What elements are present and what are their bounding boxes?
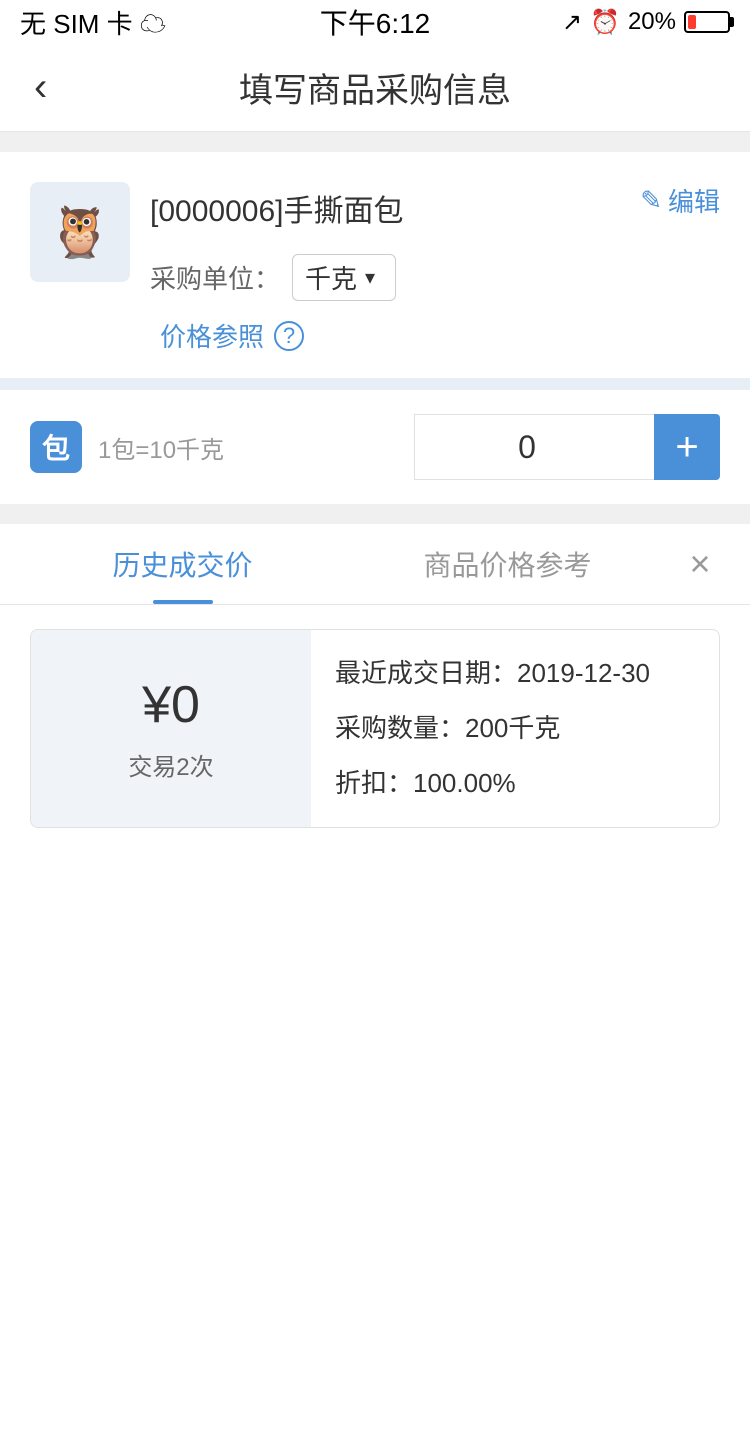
price-qty-row: 采购数量：200千克 <box>335 709 695 748</box>
unit-label: 采购单位： <box>150 259 280 296</box>
status-right: ↗ ⏰ 20% <box>562 8 730 37</box>
tab-section: 历史成交价 商品价格参考 × ¥0 交易2次 最近成交日期：2019-12-30… <box>0 524 750 852</box>
section-divider <box>0 378 750 390</box>
quantity-plus-button[interactable]: + <box>654 414 720 480</box>
help-icon[interactable]: ? <box>274 321 304 351</box>
price-date-value: 2019-12-30 <box>517 658 650 688</box>
sim-wifi-label: 无 SIM 卡 ☁ <box>20 4 166 41</box>
price-discount-row: 折扣：100.00% <box>335 764 695 803</box>
price-date-label: 最近成交日期： <box>335 658 517 688</box>
edit-icon: ✎ <box>640 185 662 216</box>
quantity-left: 包 1包=10千克 <box>30 421 224 473</box>
unit-badge: 包 <box>30 421 82 473</box>
unit-select-text: 千克 <box>305 259 357 296</box>
unit-dropdown-arrow: ▾ <box>365 265 375 290</box>
price-amount: ¥0 <box>142 675 200 735</box>
back-button[interactable]: ‹ <box>24 55 57 120</box>
tab-bar: 历史成交价 商品价格参考 × <box>0 524 750 605</box>
battery-pct: 20% <box>628 8 676 36</box>
price-right-panel: 最近成交日期：2019-12-30 采购数量：200千克 折扣：100.00% <box>311 630 719 827</box>
unit-select[interactable]: 千克 ▾ <box>292 254 396 301</box>
tab-history-price[interactable]: 历史成交价 <box>20 524 345 604</box>
price-card: ¥0 交易2次 最近成交日期：2019-12-30 采购数量：200千克 折扣：… <box>30 629 720 828</box>
price-qty-label: 采购数量： <box>335 713 465 743</box>
tab-price-reference[interactable]: 商品价格参考 <box>345 524 670 604</box>
unit-row: 采购单位： 千克 ▾ <box>150 254 403 301</box>
price-card-container: ¥0 交易2次 最近成交日期：2019-12-30 采购数量：200千克 折扣：… <box>0 605 750 852</box>
product-card: 🦉 [0000006]手撕面包 采购单位： 千克 ▾ ✎ 编辑 价格参照 ? <box>0 152 750 378</box>
product-name: [0000006]手撕面包 <box>150 186 403 230</box>
page-title: 填写商品采购信息 <box>239 63 511 112</box>
quantity-row: 包 1包=10千克 + <box>0 390 750 504</box>
price-discount-label: 折扣： <box>335 768 413 798</box>
status-time: 下午6:12 <box>320 2 431 42</box>
quantity-input-group: + <box>414 414 720 480</box>
price-ref-button[interactable]: 价格参照 <box>160 317 264 354</box>
battery-fill <box>688 15 696 29</box>
price-discount-value: 100.00% <box>413 768 516 798</box>
price-trade-count: 交易2次 <box>128 747 213 782</box>
alarm-icon: ⏰ <box>590 8 620 37</box>
nav-bar: ‹ 填写商品采购信息 <box>0 44 750 132</box>
product-info: [0000006]手撕面包 采购单位： 千克 ▾ <box>150 182 403 301</box>
product-left: 🦉 [0000006]手撕面包 采购单位： 千克 ▾ <box>30 182 403 301</box>
edit-button[interactable]: ✎ 编辑 <box>640 182 720 219</box>
product-top: 🦉 [0000006]手撕面包 采购单位： 千克 ▾ ✎ 编辑 <box>30 182 720 301</box>
status-left: 无 SIM 卡 ☁ <box>20 4 166 41</box>
location-icon: ↗ <box>562 8 582 37</box>
product-thumb-icon: 🦉 <box>49 203 111 262</box>
status-bar: 无 SIM 卡 ☁ 下午6:12 ↗ ⏰ 20% <box>0 0 750 44</box>
price-ref-row: 价格参照 ? <box>30 317 720 354</box>
quantity-input[interactable] <box>414 414 654 480</box>
unit-note: 1包=10千克 <box>98 430 224 465</box>
product-thumbnail: 🦉 <box>30 182 130 282</box>
price-left-panel: ¥0 交易2次 <box>31 630 311 827</box>
price-date-row: 最近成交日期：2019-12-30 <box>335 654 695 693</box>
price-qty-value: 200千克 <box>465 713 560 743</box>
edit-label: 编辑 <box>668 182 720 219</box>
bottom-area <box>0 852 750 1452</box>
tab-close-button[interactable]: × <box>670 524 730 604</box>
battery-icon <box>684 11 730 33</box>
